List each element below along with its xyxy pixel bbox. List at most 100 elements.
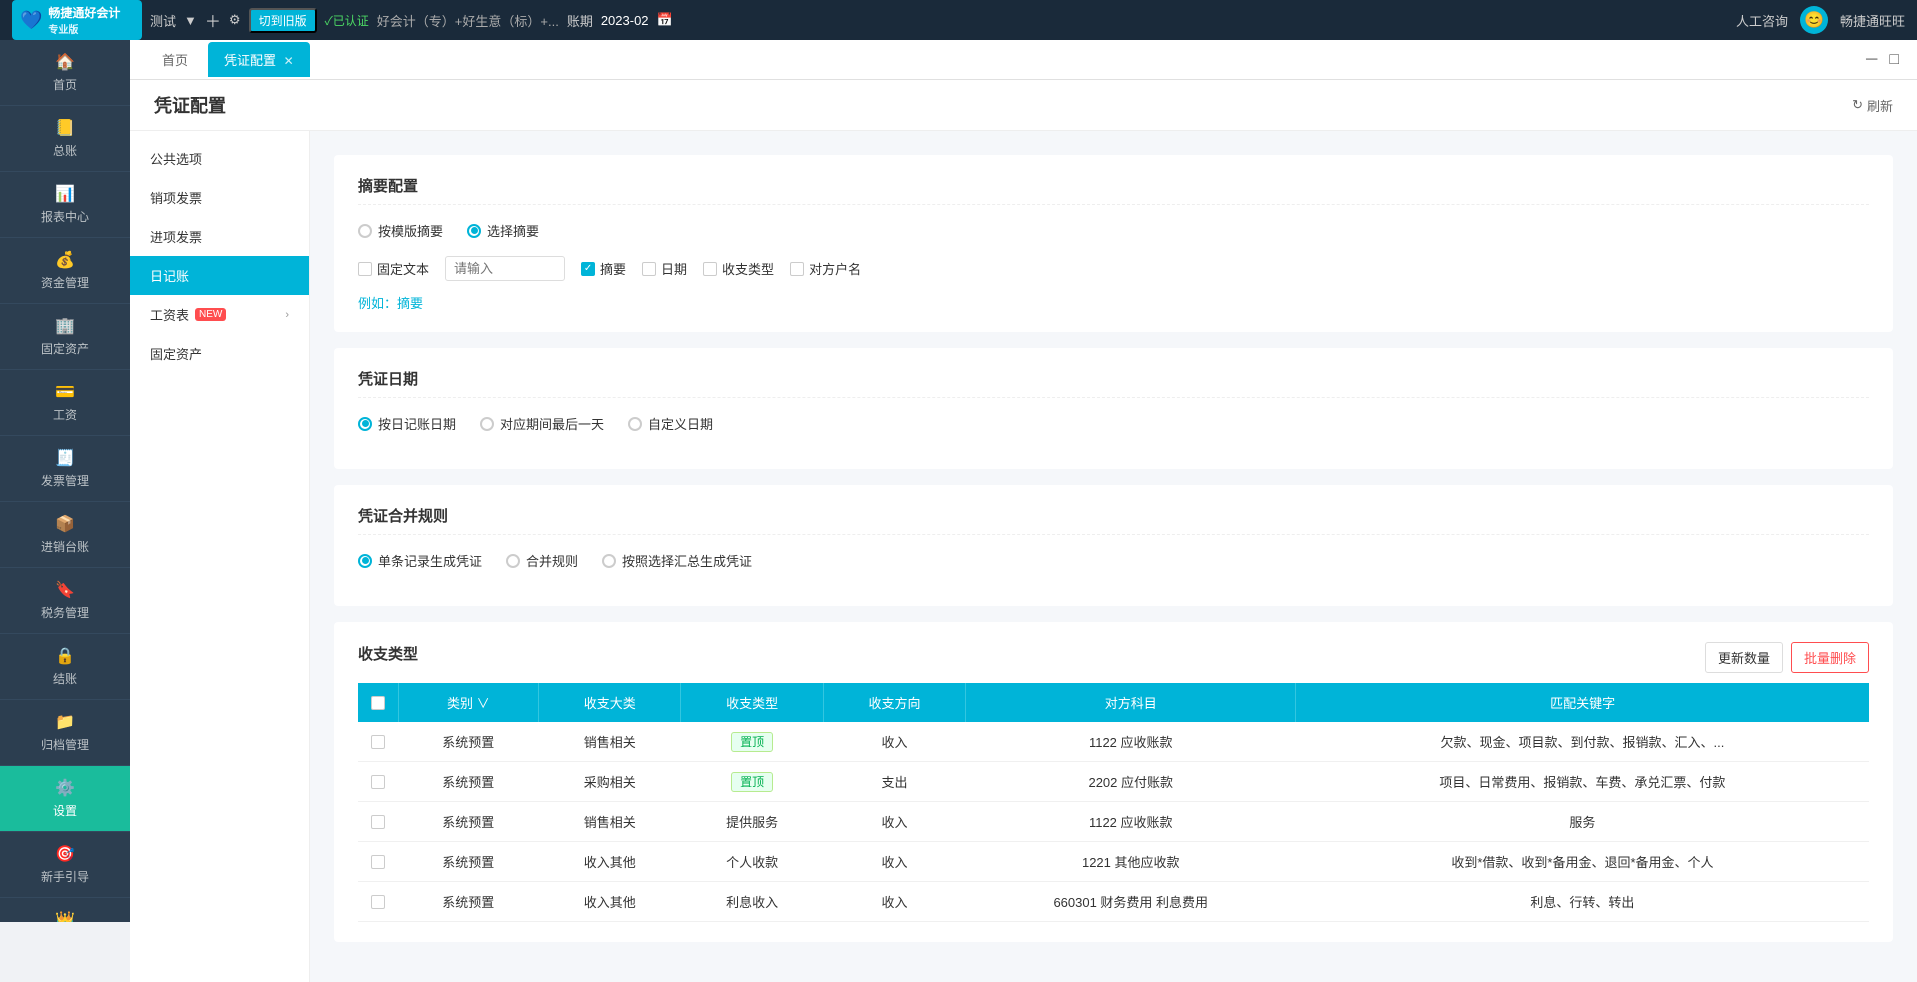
cashflow-title: 收支类型 bbox=[358, 643, 418, 672]
salary-icon: 💳 bbox=[55, 382, 75, 402]
payroll-chevron-icon: › bbox=[285, 309, 289, 321]
maximize-icon[interactable]: □ bbox=[1887, 49, 1901, 71]
left-nav-public[interactable]: 公共选项 bbox=[130, 139, 309, 178]
cell-direction: 收入 bbox=[823, 802, 965, 842]
radio-merge-rule[interactable]: 合并规则 bbox=[506, 551, 578, 570]
cell-checkbox[interactable] bbox=[358, 722, 398, 762]
checkbox-counterparty-label: 对方户名 bbox=[809, 259, 861, 278]
refresh-icon: ↻ bbox=[1852, 97, 1863, 113]
avatar[interactable]: 😊 bbox=[1800, 6, 1828, 34]
example-text: 例如：摘要 bbox=[358, 293, 1869, 312]
calendar-icon[interactable]: 📅 bbox=[657, 12, 673, 28]
tab-home[interactable]: 首页 bbox=[146, 42, 204, 77]
report-icon: 📊 bbox=[55, 184, 75, 204]
cell-direction: 收入 bbox=[823, 882, 965, 922]
cell-checkbox[interactable] bbox=[358, 842, 398, 882]
left-nav-journal[interactable]: 日记账 bbox=[130, 256, 309, 295]
sidebar-item-tax[interactable]: 🔖 税务管理 bbox=[0, 568, 130, 634]
sidebar-item-ledger[interactable]: 📒 总账 bbox=[0, 106, 130, 172]
update-count-btn[interactable]: 更新数量 bbox=[1705, 642, 1783, 673]
invoice-icon: 🧾 bbox=[55, 448, 75, 468]
sidebar-label-tax: 税务管理 bbox=[41, 604, 89, 621]
radio-select-circle bbox=[467, 224, 481, 238]
dropdown-icon[interactable]: ▼ bbox=[184, 13, 197, 28]
radio-single-circle bbox=[358, 554, 372, 568]
radio-custom-date[interactable]: 自定义日期 bbox=[628, 414, 713, 433]
sidebar-item-report[interactable]: 📊 报表中心 bbox=[0, 172, 130, 238]
checkbox-date[interactable]: 日期 bbox=[642, 259, 687, 278]
consult-label[interactable]: 人工咨询 bbox=[1736, 11, 1788, 30]
app-logo: 💙 畅捷通好会计 专业版 bbox=[12, 0, 142, 40]
cell-counterpart: 660301 财务费用 利息费用 bbox=[966, 882, 1296, 922]
radio-template-label: 按模版摘要 bbox=[378, 221, 443, 240]
sidebar-item-close[interactable]: 🔒 结账 bbox=[0, 634, 130, 700]
col-main-type: 收支大类 bbox=[539, 683, 681, 722]
period-value: 2023-02 bbox=[601, 13, 649, 28]
cell-checkbox[interactable] bbox=[358, 802, 398, 842]
col-checkbox[interactable] bbox=[358, 683, 398, 722]
settings-icon[interactable]: ⚙ bbox=[229, 12, 241, 28]
radio-period-last[interactable]: 对应期间最后一天 bbox=[480, 414, 604, 433]
tab-close-icon[interactable]: ✕ bbox=[284, 54, 294, 68]
radio-select[interactable]: 选择摘要 bbox=[467, 221, 539, 240]
sidebar-item-fund[interactable]: 💰 资金管理 bbox=[0, 238, 130, 304]
fixed-text-input[interactable] bbox=[445, 256, 565, 281]
batch-delete-btn[interactable]: 批量删除 bbox=[1791, 642, 1869, 673]
refresh-btn[interactable]: ↻ 刷新 bbox=[1852, 96, 1893, 127]
sidebar-item-asset[interactable]: 🏢 固定资产 bbox=[0, 304, 130, 370]
page-title: 凭证配置 bbox=[154, 92, 226, 130]
cell-checkbox[interactable] bbox=[358, 762, 398, 802]
table-header-checkbox[interactable] bbox=[371, 696, 385, 710]
row-checkbox[interactable] bbox=[371, 815, 385, 829]
left-nav-purchase-inv[interactable]: 进项发票 bbox=[130, 217, 309, 256]
radio-template[interactable]: 按模版摘要 bbox=[358, 221, 443, 240]
tab-voucher-config[interactable]: 凭证配置 ✕ bbox=[208, 42, 310, 77]
row-checkbox[interactable] bbox=[371, 775, 385, 789]
certified-status: ✓已认证 bbox=[325, 12, 369, 29]
table-row: 系统预置 收入其他 利息收入 收入 660301 财务费用 利息费用 利息、行转… bbox=[358, 882, 1869, 922]
top-bar-content: 测试 ▼ ＋ ⚙ 切到旧版 ✓已认证 好会计（专）+好生意（标）+... 账期 … bbox=[150, 8, 1728, 33]
sidebar: 🏠 首页 📒 总账 📊 报表中心 💰 资金管理 🏢 固定资产 💳 工资 🧾 发票… bbox=[0, 40, 130, 922]
top-bar: 💙 畅捷通好会计 专业版 测试 ▼ ＋ ⚙ 切到旧版 ✓已认证 好会计（专）+好… bbox=[0, 0, 1917, 40]
sidebar-item-guide[interactable]: 🎯 新手引导 bbox=[0, 832, 130, 898]
summary-section: 摘要配置 按模版摘要 选择摘要 固定文本 bbox=[334, 155, 1893, 332]
left-nav-fixed-asset[interactable]: 固定资产 bbox=[130, 334, 309, 373]
row-checkbox[interactable] bbox=[371, 895, 385, 909]
row-checkbox[interactable] bbox=[371, 855, 385, 869]
checkbox-cashflow-type[interactable]: 收支类型 bbox=[703, 259, 774, 278]
cell-checkbox[interactable] bbox=[358, 882, 398, 922]
left-nav: 公共选项 销项发票 进项发票 日记账 工资表 NEW › 固定资产 bbox=[130, 131, 310, 982]
table-row: 系统预置 销售相关 置顶 收入 1122 应收账款 欠款、现金、项目款、到付款、… bbox=[358, 722, 1869, 762]
radio-select-total[interactable]: 按照选择汇总生成凭证 bbox=[602, 551, 752, 570]
radio-select-total-label: 按照选择汇总生成凭证 bbox=[622, 551, 752, 570]
sidebar-item-member[interactable]: 👑 畅会员 bbox=[0, 898, 130, 922]
sidebar-item-settings[interactable]: ⚙️ 设置 bbox=[0, 766, 130, 832]
radio-single[interactable]: 单条记录生成凭证 bbox=[358, 551, 482, 570]
col-direction: 收支方向 bbox=[823, 683, 965, 722]
sidebar-item-salary[interactable]: 💳 工资 bbox=[0, 370, 130, 436]
row-checkbox[interactable] bbox=[371, 735, 385, 749]
merge-section: 凭证合并规则 单条记录生成凭证 合并规则 按照选择汇总生成凭证 bbox=[334, 485, 1893, 606]
left-nav-sales[interactable]: 销项发票 bbox=[130, 178, 309, 217]
new-badge: NEW bbox=[195, 308, 226, 321]
checkbox-summary[interactable]: ✓ 摘要 bbox=[581, 259, 626, 278]
sidebar-label-home: 首页 bbox=[53, 76, 77, 93]
sidebar-item-archive[interactable]: 📁 归档管理 bbox=[0, 700, 130, 766]
cashflow-actions: 更新数量 批量删除 bbox=[1705, 642, 1869, 673]
main-content: 首页 凭证配置 ✕ ─ □ 凭证配置 ↻ 刷新 公共选项 销项发票 进项发票 日… bbox=[130, 40, 1917, 982]
checkbox-fixed-text-box bbox=[358, 262, 372, 276]
sidebar-item-home[interactable]: 🏠 首页 bbox=[0, 40, 130, 106]
radio-journal-date[interactable]: 按日记账日期 bbox=[358, 414, 456, 433]
sidebar-item-purchase[interactable]: 📦 进销台账 bbox=[0, 502, 130, 568]
add-icon[interactable]: ＋ bbox=[205, 8, 221, 32]
minimize-icon[interactable]: ─ bbox=[1864, 49, 1879, 71]
left-nav-payroll[interactable]: 工资表 NEW › bbox=[130, 295, 309, 334]
table-row: 系统预置 采购相关 置顶 支出 2202 应付账款 项目、日常费用、报销款、车费… bbox=[358, 762, 1869, 802]
radio-single-label: 单条记录生成凭证 bbox=[378, 551, 482, 570]
checkbox-counterparty[interactable]: 对方户名 bbox=[790, 259, 861, 278]
sidebar-item-invoice[interactable]: 🧾 发票管理 bbox=[0, 436, 130, 502]
payroll-label: 工资表 bbox=[150, 305, 189, 324]
switch-old-btn[interactable]: 切到旧版 bbox=[249, 8, 317, 33]
ledger-icon: 📒 bbox=[55, 118, 75, 138]
checkbox-fixed-text[interactable]: 固定文本 bbox=[358, 259, 429, 278]
